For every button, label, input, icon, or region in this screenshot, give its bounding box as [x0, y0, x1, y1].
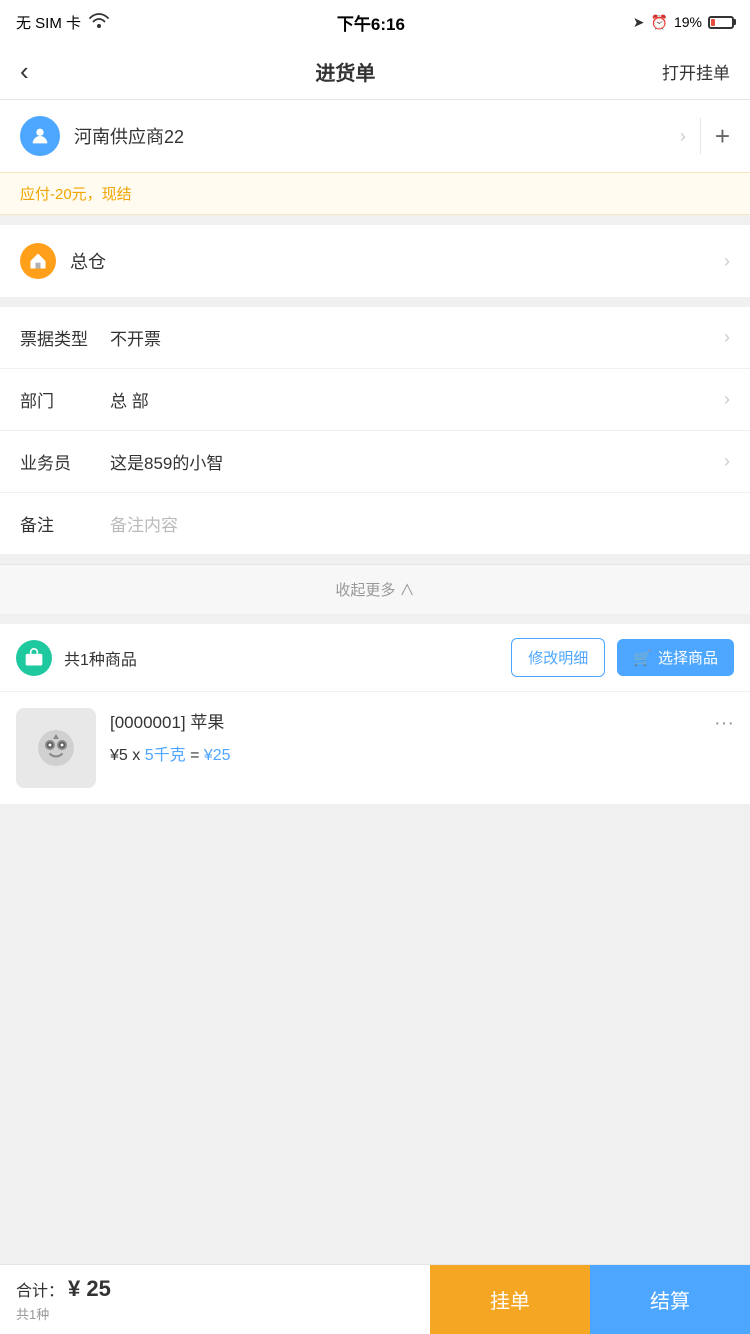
warehouse-section: 总仓 › — [0, 225, 750, 297]
battery-label: 19% — [674, 14, 702, 30]
notice-bar: 应付-20元，现结 — [0, 172, 750, 215]
invoice-type-label: 票据类型 — [20, 325, 110, 350]
salesman-value: 这是859的小智 — [110, 449, 724, 474]
total-amount: ¥ 25 — [68, 1276, 111, 1302]
status-right: ➤ ⏰ 19% — [633, 14, 734, 31]
salesman-row[interactable]: 业务员 这是859的小智 › — [0, 431, 750, 493]
product-menu-button[interactable]: ··· — [714, 712, 734, 735]
supplier-avatar — [20, 116, 60, 156]
product-name: [0000001] 苹果 — [110, 708, 700, 733]
notice-text: 应付-20元，现结 — [20, 186, 132, 203]
product-price: ¥5 x 5千克 = ¥25 — [110, 741, 700, 765]
product-item: [0000001] 苹果 ¥5 x 5千克 = ¥25 ··· — [0, 692, 750, 804]
open-pending-button[interactable]: 打开挂单 — [662, 59, 730, 84]
bottom-bar: 合计： ¥ 25 共1种 挂单 结算 — [0, 1264, 750, 1334]
status-left: 无 SIM 卡 — [16, 12, 109, 33]
chevron-right-icon: › — [680, 126, 686, 147]
note-row[interactable]: 备注 备注内容 — [0, 493, 750, 554]
warehouse-name: 总仓 — [70, 248, 724, 274]
cart-icon: 🛒 — [633, 649, 652, 667]
chevron-right-icon: › — [724, 451, 730, 472]
note-label: 备注 — [20, 511, 110, 536]
alarm-icon: ⏰ — [651, 14, 668, 31]
add-button[interactable]: + — [715, 121, 730, 152]
products-section: 共1种商品 修改明细 🛒 选择商品 — [0, 624, 750, 804]
collapse-bar[interactable]: 收起更多 ∧ — [0, 564, 750, 614]
product-thumbnail — [16, 708, 96, 788]
chevron-right-icon: › — [724, 389, 730, 410]
warehouse-icon — [20, 243, 56, 279]
product-count-label: 共1种商品 — [64, 646, 499, 670]
wifi-icon — [89, 12, 109, 32]
select-product-button[interactable]: 🛒 选择商品 — [617, 639, 734, 676]
suspend-button[interactable]: 挂单 — [430, 1265, 590, 1334]
invoice-type-value: 不开票 — [110, 325, 724, 350]
chevron-right-icon: › — [724, 251, 730, 272]
supplier-row[interactable]: 河南供应商22 › + — [0, 100, 750, 172]
collapse-label: 收起更多 ∧ — [335, 582, 414, 599]
department-row[interactable]: 部门 总 部 › — [0, 369, 750, 431]
vertical-divider — [700, 118, 701, 154]
location-icon: ➤ — [633, 14, 645, 31]
warehouse-row[interactable]: 总仓 › — [0, 225, 750, 297]
total-section: 合计： ¥ 25 共1种 — [0, 1265, 430, 1334]
product-info: [0000001] 苹果 ¥5 x 5千克 = ¥25 — [110, 708, 700, 765]
supplier-name: 河南供应商22 — [74, 123, 680, 149]
total-count: 共1种 — [16, 1304, 414, 1323]
products-icon — [16, 640, 52, 676]
checkout-button[interactable]: 结算 — [590, 1265, 750, 1334]
note-placeholder: 备注内容 — [110, 511, 730, 536]
status-time: 下午6:16 — [337, 10, 405, 35]
department-value: 总 部 — [110, 387, 724, 412]
salesman-label: 业务员 — [20, 449, 110, 474]
status-bar: 无 SIM 卡 下午6:16 ➤ ⏰ 19% — [0, 0, 750, 44]
main-content: 河南供应商22 › + 应付-20元，现结 总仓 › 票据类型 不开票 › — [0, 100, 750, 894]
supplier-section: 河南供应商22 › + 应付-20元，现结 — [0, 100, 750, 215]
products-header: 共1种商品 修改明细 🛒 选择商品 — [0, 624, 750, 692]
bottom-spacer — [0, 814, 750, 894]
carrier-label: 无 SIM 卡 — [16, 12, 81, 33]
chevron-right-icon: › — [724, 327, 730, 348]
edit-detail-button[interactable]: 修改明细 — [511, 638, 605, 677]
form-section: 票据类型 不开票 › 部门 总 部 › 业务员 这是859的小智 › 备注 备注… — [0, 307, 750, 554]
battery-icon — [708, 16, 734, 29]
page-title: 进货单 — [315, 57, 375, 86]
invoice-type-row[interactable]: 票据类型 不开票 › — [0, 307, 750, 369]
department-label: 部门 — [20, 387, 110, 412]
total-label: 合计： — [16, 1277, 64, 1301]
back-button[interactable]: ‹ — [20, 56, 29, 87]
nav-bar: ‹ 进货单 打开挂单 — [0, 44, 750, 100]
